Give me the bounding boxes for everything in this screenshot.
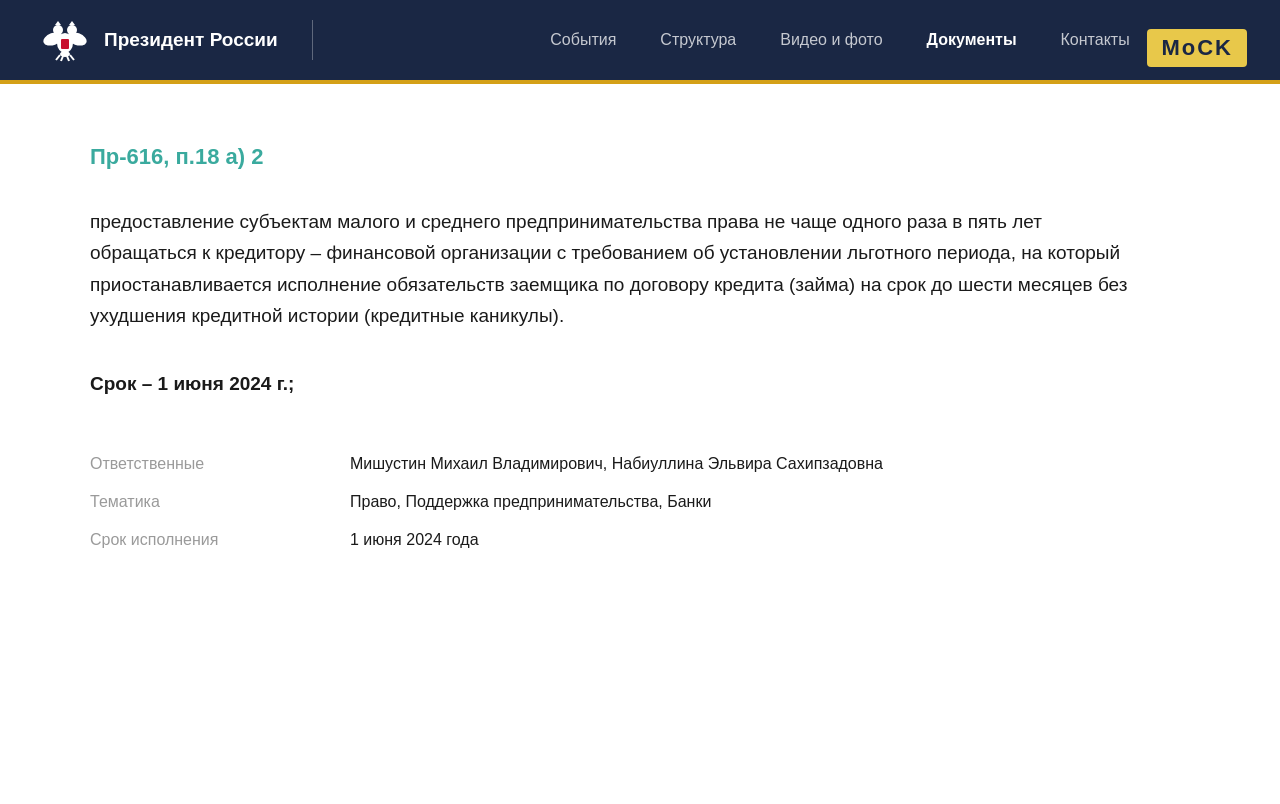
site-title: Президент России (104, 29, 278, 52)
site-header: Президент России События Структура Видео… (0, 0, 1280, 80)
document-deadline: Срок – 1 июня 2024 г.; (90, 373, 1190, 395)
meta-label-topics: Тематика (90, 483, 350, 521)
logo-area[interactable]: Президент России (40, 15, 278, 65)
meta-value-deadline: 1 июня 2024 года (350, 521, 1190, 559)
svg-line-11 (67, 56, 69, 61)
metadata-table: Ответственные Мишустин Михаил Владимиров… (90, 445, 1190, 559)
meta-row-topics: Тематика Право, Поддержка предпринимател… (90, 483, 1190, 521)
logo-emblem (40, 15, 90, 65)
meta-label-responsible: Ответственные (90, 445, 350, 483)
nav-divider (312, 20, 313, 60)
meta-value-responsible: Мишустин Михаил Владимирович, Набиуллина… (350, 445, 1190, 483)
nav-item-video[interactable]: Видео и фото (758, 31, 904, 49)
nav-item-contacts[interactable]: Контакты (1039, 31, 1152, 49)
svg-point-8 (60, 51, 70, 57)
main-nav: События Структура Видео и фото Документы… (347, 31, 1240, 49)
svg-line-12 (70, 55, 74, 60)
meta-row-responsible: Ответственные Мишустин Михаил Владимиров… (90, 445, 1190, 483)
meta-label-deadline: Срок исполнения (90, 521, 350, 559)
document-reference: Пр-616, п.18 а) 2 (90, 144, 1190, 170)
nav-item-structure[interactable]: Структура (638, 31, 758, 49)
svg-rect-7 (61, 39, 69, 49)
svg-marker-5 (55, 21, 61, 25)
meta-value-topics: Право, Поддержка предпринимательства, Ба… (350, 483, 1190, 521)
svg-point-4 (67, 25, 77, 35)
meta-row-deadline: Срок исполнения 1 июня 2024 года (90, 521, 1190, 559)
nav-item-events[interactable]: События (528, 31, 638, 49)
svg-point-3 (53, 25, 63, 35)
main-content: Пр-616, п.18 а) 2 предоставление субъект… (0, 84, 1280, 804)
document-body: предоставление субъектам малого и средне… (90, 206, 1140, 331)
nav-item-documents[interactable]: Документы (905, 31, 1039, 49)
svg-line-10 (61, 56, 63, 61)
svg-marker-6 (69, 21, 75, 25)
mock-badge: MoCK (1147, 29, 1247, 67)
svg-line-9 (56, 55, 60, 60)
